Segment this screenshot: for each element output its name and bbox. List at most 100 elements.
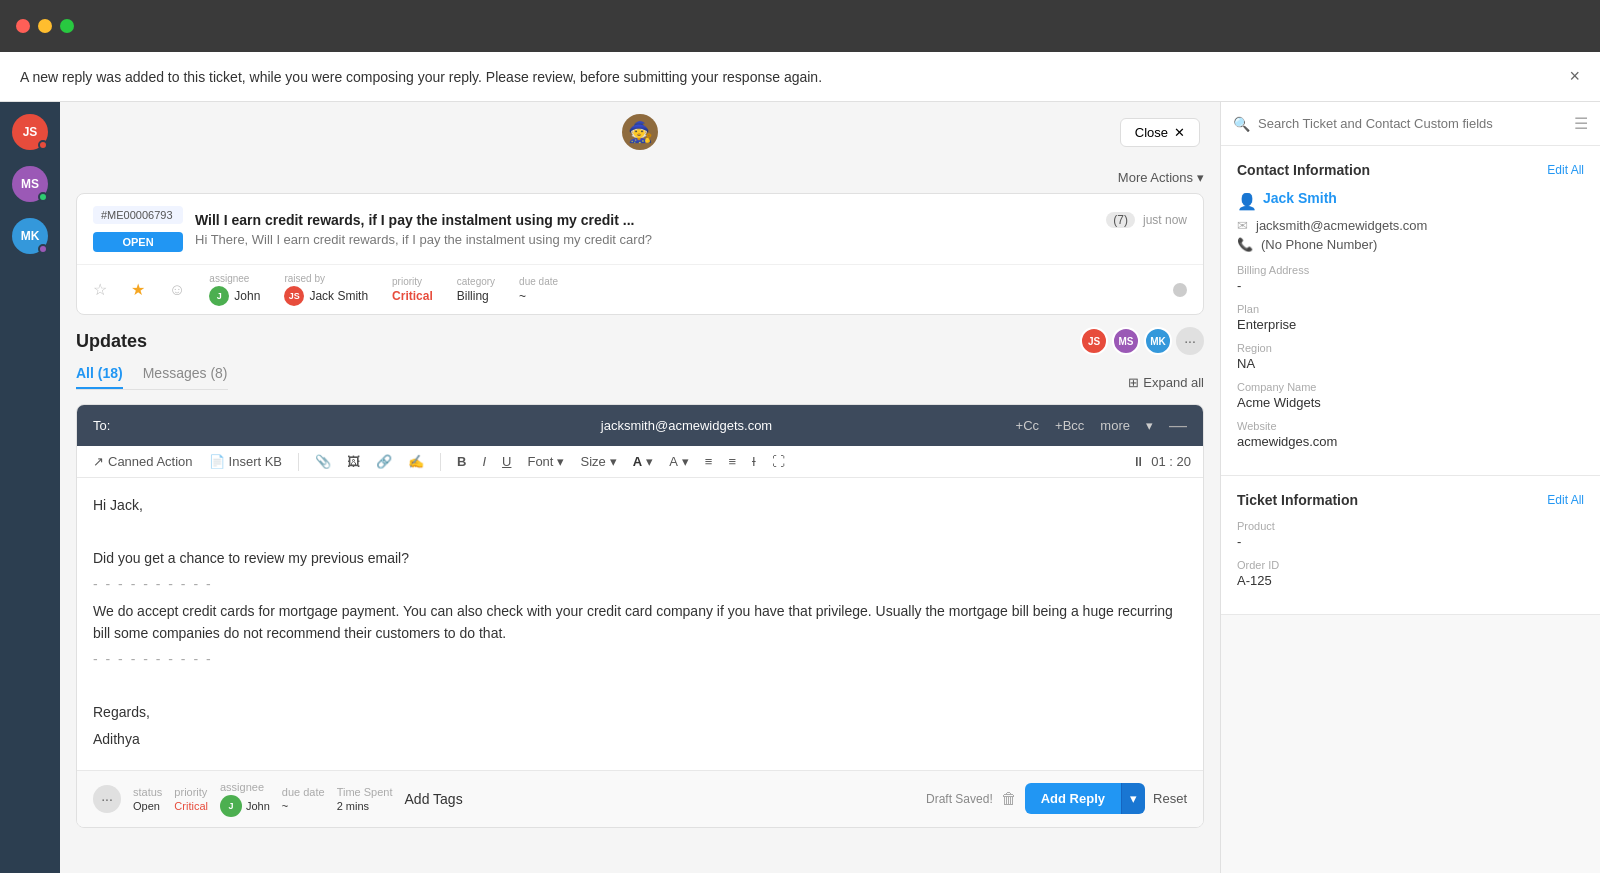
expand-all-label: Expand all (1143, 375, 1204, 390)
insert-kb-button[interactable]: 📄 Insert KB (205, 452, 286, 471)
maximize-window-button[interactable] (60, 19, 74, 33)
bold-button[interactable]: B (453, 452, 470, 471)
submit-section: Add Reply ▾ (1025, 783, 1145, 814)
ticket-info-title: Ticket Information (1237, 492, 1358, 508)
size-button[interactable]: Size ▾ (576, 452, 620, 471)
assignee-avatar: J (209, 286, 229, 306)
ticket-time: just now (1143, 213, 1187, 227)
compose-bottom-bar: ··· status Open priority Critical assign… (77, 770, 1203, 827)
company-field: Company Name Acme Widgets (1237, 381, 1584, 410)
product-field: Product - (1237, 520, 1584, 549)
unordered-list-button[interactable]: ≡ (701, 452, 717, 471)
bold-label: B (457, 454, 466, 469)
more-chevron-icon: ▾ (1146, 418, 1153, 433)
canned-action-button[interactable]: ↗ Canned Action (89, 452, 197, 471)
italic-button[interactable]: I (478, 452, 490, 471)
signature-button[interactable]: ✍ (404, 452, 428, 471)
close-window-button[interactable] (16, 19, 30, 33)
ordered-list-button[interactable]: ≡ (724, 452, 740, 471)
user-status-dot (38, 140, 48, 150)
bottom-priority: priority Critical (174, 786, 208, 812)
tab-all[interactable]: All (18) (76, 365, 123, 389)
region-label: Region (1237, 342, 1584, 354)
minimize-compose-button[interactable]: — (1169, 415, 1187, 436)
meta-category: category Billing (457, 276, 495, 303)
delete-draft-button[interactable]: 🗑 (1001, 790, 1017, 808)
compose-timer: ⏸ 01 : 20 (1132, 454, 1191, 469)
custom-fields-search-input[interactable] (1258, 116, 1566, 131)
status-indicator (1173, 283, 1187, 297)
ticket-info-header: Ticket Information Edit All (1237, 492, 1584, 508)
order-id-label: Order ID (1237, 559, 1584, 571)
status-menu-button[interactable]: ··· (93, 785, 121, 813)
contact-name-link[interactable]: Jack Smith (1263, 190, 1337, 206)
underline-label: U (502, 454, 511, 469)
signature-icon: ✍ (408, 454, 424, 469)
tab-messages[interactable]: Messages (8) (143, 365, 228, 389)
more-button[interactable]: more (1100, 418, 1130, 433)
close-icon: ✕ (1174, 125, 1185, 140)
strikethrough-button[interactable]: I (748, 452, 760, 471)
billing-address-field: Billing Address - (1237, 264, 1584, 293)
font-button[interactable]: Font ▾ (523, 452, 568, 471)
font-chevron-icon: ▾ (557, 454, 564, 469)
product-label: Product (1237, 520, 1584, 532)
compose-toolbar: ↗ Canned Action 📄 Insert KB 📎 🖼 (77, 446, 1203, 478)
attachment-button[interactable]: 📎 (311, 452, 335, 471)
update-avatars-more[interactable]: ··· (1176, 327, 1204, 355)
close-ticket-button[interactable]: Close ✕ (1120, 118, 1200, 147)
expand-all-button[interactable]: ⊞ Expand all (1128, 375, 1204, 390)
sidebar-user-js[interactable]: JS (12, 114, 48, 150)
bcc-button[interactable]: +Bcc (1055, 418, 1084, 433)
add-reply-button[interactable]: Add Reply (1025, 783, 1121, 814)
more-actions-button[interactable]: More Actions ▾ (1118, 170, 1204, 185)
star-filled-icon[interactable]: ★ (131, 280, 145, 299)
body-line-4: We do accept credit cards for mortgage p… (93, 600, 1187, 645)
meta-raised-by: raised by JS Jack Smith (284, 273, 368, 306)
cc-button[interactable]: +Cc (1016, 418, 1039, 433)
assignee-label: assignee (209, 273, 260, 284)
ticket-edit-all-button[interactable]: Edit All (1547, 493, 1584, 507)
highlight-button[interactable]: A ▾ (665, 452, 693, 471)
right-panel: 🔍 ☰ Contact Information Edit All 👤 Jack … (1220, 102, 1600, 873)
size-chevron-icon: ▾ (610, 454, 617, 469)
sidebar-user-mk[interactable]: MK (12, 218, 48, 254)
notification-close-button[interactable]: × (1569, 66, 1580, 87)
font-color-button[interactable]: A ▾ (629, 452, 657, 471)
raised-by-avatar: JS (284, 286, 304, 306)
product-value: - (1237, 534, 1584, 549)
company-label: Company Name (1237, 381, 1584, 393)
italic-label: I (482, 454, 486, 469)
compose-body[interactable]: Hi Jack, Did you get a chance to review … (77, 478, 1203, 770)
meta-assignee: assignee J John (209, 273, 260, 306)
update-avatar-3: MK (1144, 327, 1172, 355)
contact-info-section: Contact Information Edit All 👤 Jack Smit… (1221, 146, 1600, 476)
toolbar-separator (298, 453, 299, 471)
email-icon: ✉ (1237, 218, 1248, 233)
strikethrough-icon: I (752, 454, 756, 469)
bottom-priority-value: Critical (174, 800, 208, 812)
add-tags-button[interactable]: Add Tags (405, 791, 463, 807)
minimize-window-button[interactable] (38, 19, 52, 33)
more-actions-label: More Actions (1118, 170, 1193, 185)
bottom-assignee-avatar: J (220, 795, 242, 817)
emoji-icon[interactable]: ☺ (169, 281, 185, 299)
underline-button[interactable]: U (498, 452, 515, 471)
bottom-due-date: due date ~ (282, 786, 325, 812)
list-view-icon[interactable]: ☰ (1574, 114, 1588, 133)
image-button[interactable]: 🖼 (343, 452, 364, 471)
star-icon[interactable]: ☆ (93, 280, 107, 299)
add-reply-dropdown-button[interactable]: ▾ (1121, 783, 1145, 814)
reset-button[interactable]: Reset (1153, 791, 1187, 806)
sidebar-user-ms[interactable]: MS (12, 166, 48, 202)
to-label: To: (93, 418, 110, 433)
contact-edit-all-button[interactable]: Edit All (1547, 163, 1584, 177)
fullscreen-button[interactable]: ⛶ (768, 452, 789, 471)
reply-compose: To: jacksmith@acmewidgets.com +Cc +Bcc m… (76, 404, 1204, 828)
timer-pause-icon[interactable]: ⏸ (1132, 454, 1145, 469)
link-button[interactable]: 🔗 (372, 452, 396, 471)
bottom-status-value: Open (133, 800, 162, 812)
contact-info-title: Contact Information (1237, 162, 1370, 178)
body-line-2 (93, 520, 1187, 542)
canned-action-label: Canned Action (108, 454, 193, 469)
